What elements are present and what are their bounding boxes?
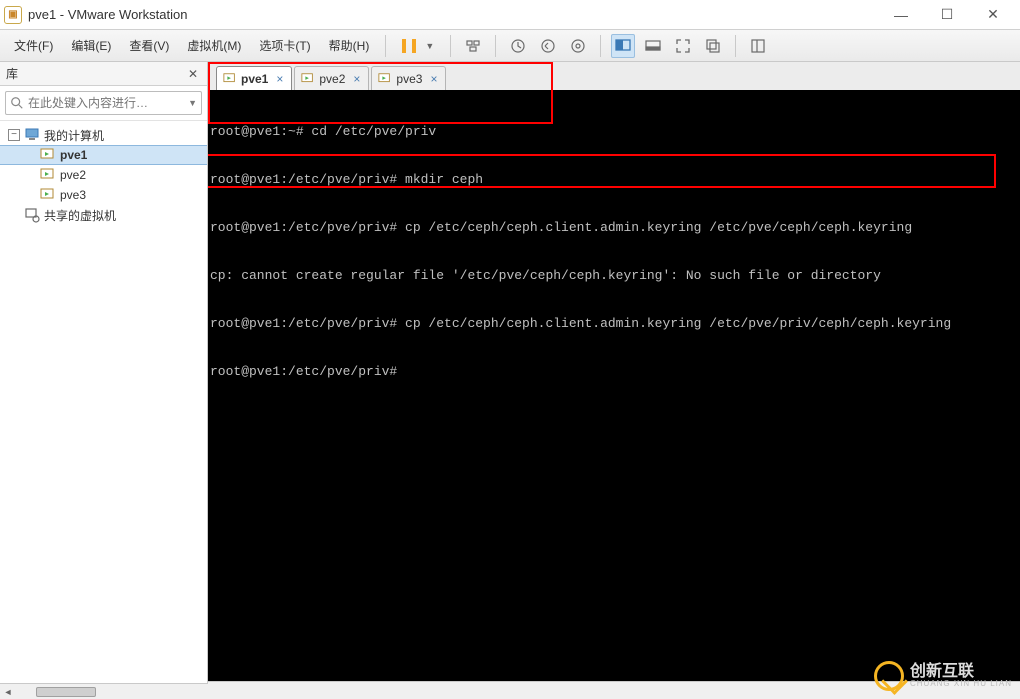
tree-label: pve1 [60,148,87,162]
window-title: pve1 - VMware Workstation [28,7,878,22]
maximize-button[interactable]: ☐ [924,0,970,30]
tree-vm-pve1[interactable]: pve1 [0,145,207,165]
send-ctrl-alt-del-button[interactable] [461,34,485,58]
collapse-icon[interactable]: − [8,129,20,141]
window-controls: — ☐ ✕ [878,0,1016,30]
shared-vm-icon [24,207,40,223]
snapshot-manager-button[interactable] [566,34,590,58]
search-icon [10,96,24,110]
menu-file[interactable]: 文件(F) [6,33,61,58]
terminal-line: cp: cannot create regular file '/etc/pve… [210,268,1018,284]
vm-tree: − 我的计算机 pve1 pve2 [0,121,207,699]
terminal-console[interactable]: root@pve1:~# cd /etc/pve/priv root@pve1:… [208,90,1020,681]
menu-tabs[interactable]: 选项卡(T) [251,33,318,58]
separator [495,35,496,57]
separator [600,35,601,57]
view-thumbnail-button[interactable] [641,34,665,58]
library-toggle-button[interactable] [746,34,770,58]
tab-label: pve3 [396,72,422,86]
tree-label: pve2 [60,168,86,182]
view-console-button[interactable] [611,34,635,58]
vm-running-icon [40,147,56,163]
vm-running-icon [223,72,237,86]
power-pause-button[interactable]: ▼ [398,34,438,58]
minimize-button[interactable]: — [878,0,924,30]
tab-pve3[interactable]: pve3 × [371,66,446,90]
tree-root-my-computer[interactable]: − 我的计算机 [0,125,207,145]
menu-view[interactable]: 查看(V) [121,33,177,58]
tab-close-button[interactable]: × [276,72,283,86]
vm-running-icon [40,167,56,183]
separator [450,35,451,57]
tab-pve1[interactable]: pve1 × [216,66,292,90]
vm-running-icon [40,187,56,203]
watermark-sub: CHUANG XIN HU LIAN [910,680,1012,688]
terminal-line: root@pve1:/etc/pve/priv# cp /etc/ceph/ce… [210,316,1018,332]
tree-shared-vms[interactable]: 共享的虚拟机 [0,205,207,225]
close-button[interactable]: ✕ [970,0,1016,30]
sidebar-close-button[interactable]: ✕ [185,66,201,82]
watermark: 创新互联 CHUANG XIN HU LIAN [874,661,1012,691]
tab-pve2[interactable]: pve2 × [294,66,369,90]
titlebar: ▣ pve1 - VMware Workstation — ☐ ✕ [0,0,1020,30]
sidebar-library: 库 ✕ ▼ − 我的计算机 pve1 [0,62,208,699]
unity-button[interactable] [701,34,725,58]
separator [735,35,736,57]
menubar: 文件(F) 编辑(E) 查看(V) 虚拟机(M) 选项卡(T) 帮助(H) ▼ [0,30,1020,62]
tree-label: 我的计算机 [44,127,104,144]
chevron-down-icon: ▼ [425,41,434,51]
main-area: 库 ✕ ▼ − 我的计算机 pve1 [0,62,1020,699]
fullscreen-button[interactable] [671,34,695,58]
snapshot-button[interactable] [506,34,530,58]
watermark-logo-icon [874,661,904,691]
tab-label: pve1 [241,72,268,86]
search-dropdown-button[interactable]: ▼ [188,98,197,108]
separator [385,35,386,57]
content-area: pve1 × pve2 × pve3 × root@pve1:~# cd /et… [208,62,1020,699]
search-input[interactable] [28,96,186,110]
vm-running-icon [378,72,392,86]
terminal-line: root@pve1:/etc/pve/priv# mkdir ceph [210,172,1018,188]
search-box: ▼ [5,91,202,115]
sidebar-title: 库 [6,65,185,82]
watermark-main: 创新互联 [910,664,1012,680]
revert-snapshot-button[interactable] [536,34,560,58]
terminal-line: root@pve1:~# cd /etc/pve/priv [210,124,1018,140]
terminal-line: root@pve1:/etc/pve/priv# cp /etc/ceph/ce… [210,220,1018,236]
tab-close-button[interactable]: × [430,72,437,86]
menu-help[interactable]: 帮助(H) [321,33,378,58]
tabstrip: pve1 × pve2 × pve3 × [208,62,1020,90]
terminal-line: root@pve1:/etc/pve/priv# [210,364,1018,380]
menu-vm[interactable]: 虚拟机(M) [179,33,249,58]
app-icon: ▣ [4,6,22,24]
tree-vm-pve2[interactable]: pve2 [0,165,207,185]
tree-vm-pve3[interactable]: pve3 [0,185,207,205]
sidebar-header: 库 ✕ [0,62,207,86]
search-row: ▼ [0,86,207,121]
computer-icon [24,127,40,143]
tree-label: 共享的虚拟机 [44,207,116,224]
tab-label: pve2 [319,72,345,86]
vm-running-icon [301,72,315,86]
tab-close-button[interactable]: × [353,72,360,86]
tree-label: pve3 [60,188,86,202]
menu-edit[interactable]: 编辑(E) [63,33,119,58]
